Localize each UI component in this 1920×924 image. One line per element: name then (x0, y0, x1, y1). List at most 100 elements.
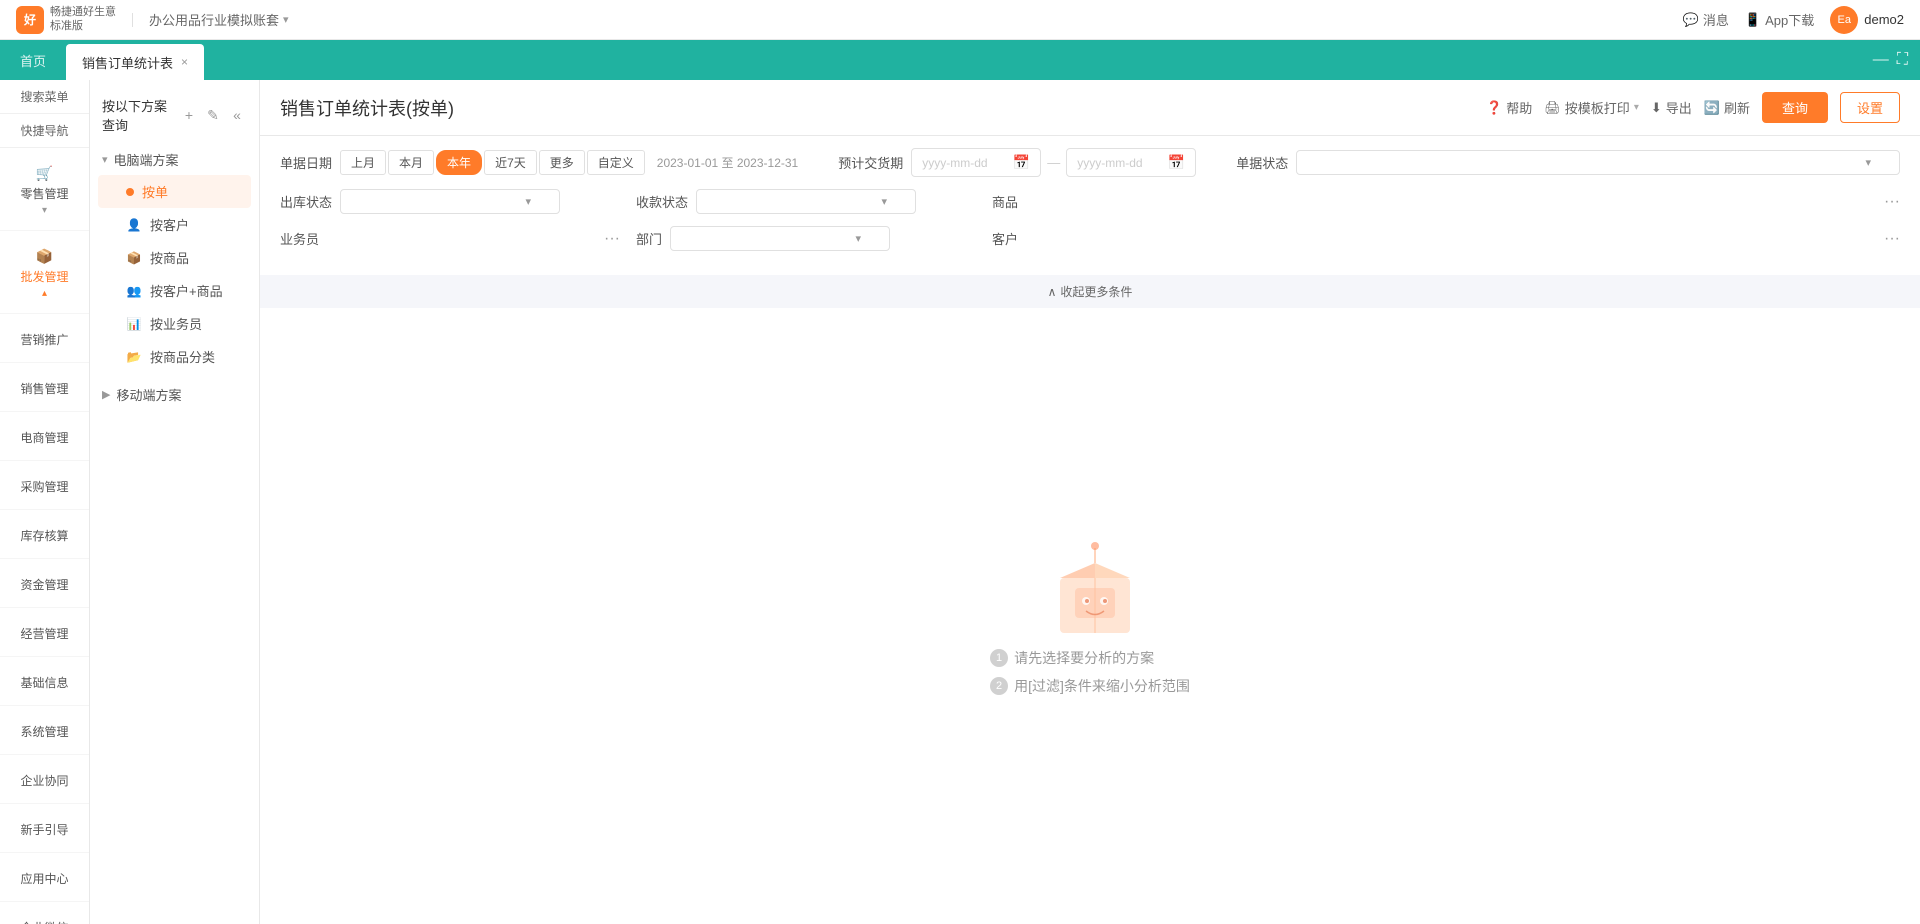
user-area[interactable]: Ea demo2 (1830, 6, 1904, 34)
customer-more-btn[interactable]: ··· (1884, 230, 1900, 248)
date-btn-lastmonth[interactable]: 上月 (340, 150, 386, 175)
chevron-down-icon: ▾ (525, 195, 531, 208)
tab-home[interactable]: 首页 (0, 40, 66, 80)
collapse-bar[interactable]: ∧ 收起更多条件 (260, 275, 1920, 308)
page-title: 销售订单统计表(按单) (280, 95, 454, 121)
expected-date-start[interactable]: yyyy-mm-dd 📅 (911, 148, 1041, 177)
print-btn[interactable]: 🖨 按模板打印 ▾ (1544, 98, 1639, 117)
message-btn[interactable]: 💬 消息 (1683, 10, 1729, 29)
topbar: 好 畅捷通好生意 标准版 办公用品行业模拟账套 ▾ 💬 消息 📱 App下载 E… (0, 0, 1920, 40)
expected-date-wrapper: yyyy-mm-dd 📅 — yyyy-mm-dd 📅 (911, 148, 1196, 177)
logo-text: 畅捷通好生意 标准版 (50, 6, 116, 32)
empty-state-tips: 1 请先选择要分析的方案 2 用[过滤]条件来缩小分析范围 (990, 648, 1190, 704)
goods-more-btn[interactable]: ··· (1884, 193, 1900, 211)
sidebar-item-basic[interactable]: 基础信息 (0, 657, 89, 706)
filter-group-customer: 客户 ··· (992, 229, 1900, 248)
sidebar-item-retail[interactable]: 🛒 零售管理 ▾ (0, 148, 89, 231)
collapse-icon: ∧ (1048, 285, 1057, 299)
scheme-item-goods[interactable]: 📦 按商品 (98, 241, 251, 274)
date-btn-7days[interactable]: 近7天 (484, 150, 537, 175)
filter-group-collect-status: 收款状态 ▾ (636, 189, 976, 214)
filter-area: 单据日期 上月 本月 本年 近7天 更多 自定义 2023-01-01 至 20… (260, 136, 1920, 275)
sidebar-item-purchase[interactable]: 采购管理 (0, 461, 89, 510)
logo-area: 好 畅捷通好生意 标准版 (16, 6, 116, 34)
sidebar-item-wholesale[interactable]: 📦 批发管理 ▴ (0, 231, 89, 314)
out-status-select[interactable]: ▾ (340, 189, 560, 214)
scheme-panel-header: 按以下方案查询 + ✎ « (90, 90, 259, 144)
page-header: 销售订单统计表(按单) ❓ 帮助 🖨 按模板打印 ▾ ⬇ (260, 80, 1920, 136)
filter-group-expected-date: 预计交货期 yyyy-mm-dd 📅 — yyyy-mm-dd 📅 (838, 148, 1196, 177)
scheme-desktop-group: ▾ 电脑端方案 按单 👤 按客户 📦 按商品 👥 (90, 144, 259, 373)
date-btn-group: 上月 本月 本年 近7天 更多 自定义 (340, 150, 645, 175)
bill-status-select[interactable]: ▾ (1296, 150, 1900, 175)
date-btn-thisyear[interactable]: 本年 (436, 150, 482, 175)
sidebar-item-inventory[interactable]: 库存核算 (0, 510, 89, 559)
filter-group-bill-status: 单据状态 ▾ (1236, 150, 1900, 175)
expected-date-end[interactable]: yyyy-mm-dd 📅 (1066, 148, 1196, 177)
chevron-down-icon: ▾ (881, 195, 887, 208)
scheme-item-customer-goods[interactable]: 👥 按客户+商品 (98, 274, 251, 307)
calendar-icon: 📅 (1168, 154, 1185, 171)
chevron-down-icon: ▾ (1865, 156, 1871, 169)
tab-close-icon[interactable]: × (181, 55, 188, 69)
filter-group-date: 单据日期 上月 本月 本年 近7天 更多 自定义 2023-01-01 至 20… (280, 150, 798, 175)
tabbar-actions: — ⛶ (1873, 40, 1920, 80)
sidebar-item-sales[interactable]: 销售管理 (0, 363, 89, 412)
sidebar-item-finance[interactable]: 资金管理 (0, 559, 89, 608)
page-actions: ❓ 帮助 🖨 按模板打印 ▾ ⬇ 导出 🔄 (1486, 92, 1900, 123)
scheme-add-btn[interactable]: + (179, 105, 199, 125)
help-btn[interactable]: ❓ 帮助 (1486, 98, 1532, 117)
print-icon: 🖨 (1544, 100, 1561, 116)
scheme-item-order[interactable]: 按单 (98, 175, 251, 208)
dept-select[interactable]: ▾ (670, 226, 890, 251)
date-btn-thismonth[interactable]: 本月 (388, 150, 434, 175)
empty-state: 1 请先选择要分析的方案 2 用[过滤]条件来缩小分析范围 (260, 308, 1920, 924)
salesman-more-btn[interactable]: ··· (604, 230, 620, 248)
scheme-item-customer[interactable]: 👤 按客户 (98, 208, 251, 241)
scheme-collapse-btn[interactable]: « (227, 105, 247, 125)
scheme-group-header[interactable]: ▾ 电脑端方案 (98, 144, 251, 175)
content-area: 按以下方案查询 + ✎ « ▾ 电脑端方案 按单 👤 (90, 80, 1920, 924)
minimize-icon[interactable]: — (1873, 51, 1889, 69)
sidebar-item-management[interactable]: 经营管理 (0, 608, 89, 657)
filter-row-status: 出库状态 ▾ 收款状态 ▾ 商品 (280, 189, 1900, 214)
date-btn-custom[interactable]: 自定义 (587, 150, 645, 175)
scheme-item-salesman[interactable]: 📊 按业务员 (98, 307, 251, 340)
logo-icon: 好 (16, 6, 44, 34)
chevron-down-icon: ▾ (855, 232, 861, 245)
sidebar-item-system[interactable]: 系统管理 (0, 706, 89, 755)
sidebar-quick-nav[interactable]: 快捷导航 (0, 114, 89, 148)
date-btn-more[interactable]: 更多 (539, 150, 585, 175)
sidebar-item-marketing[interactable]: 营销推广 (0, 314, 89, 363)
sidebar-item-wechat[interactable]: 企业微信 (0, 902, 89, 924)
tabbar: 首页 销售订单统计表 × — ⛶ (0, 40, 1920, 80)
calendar-icon: 📅 (1013, 154, 1030, 171)
maximize-icon[interactable]: ⛶ (1897, 51, 1908, 69)
sidebar-item-appstore[interactable]: 应用中心 (0, 853, 89, 902)
app-download-btn[interactable]: 📱 App下载 (1745, 10, 1814, 29)
chevron-down-icon[interactable]: ▾ (283, 13, 289, 26)
refresh-btn[interactable]: 🔄 刷新 (1704, 98, 1750, 117)
scheme-mobile-group-header[interactable]: ▶ 移动端方案 (90, 373, 259, 410)
avatar: Ea (1830, 6, 1858, 34)
filter-group-salesman: 业务员 ··· (280, 229, 620, 248)
topbar-title: 办公用品行业模拟账套 ▾ (149, 10, 289, 29)
filter-group-out-status: 出库状态 ▾ (280, 189, 620, 214)
scheme-edit-btn[interactable]: ✎ (203, 105, 223, 125)
sidebar-item-guide[interactable]: 新手引导 (0, 804, 89, 853)
sidebar-search[interactable]: 搜索菜单 (0, 80, 89, 114)
tab-active[interactable]: 销售订单统计表 × (66, 44, 204, 80)
sidebar-item-ecommerce[interactable]: 电商管理 (0, 412, 89, 461)
page-header-row: 销售订单统计表(按单) ❓ 帮助 🖨 按模板打印 ▾ ⬇ (280, 92, 1900, 123)
main-content: 销售订单统计表(按单) ❓ 帮助 🖨 按模板打印 ▾ ⬇ (260, 80, 1920, 924)
topbar-right: 💬 消息 📱 App下载 Ea demo2 (1683, 6, 1904, 34)
scheme-item-goods-category[interactable]: 📂 按商品分类 (98, 340, 251, 373)
sidebar-item-corp[interactable]: 企业协同 (0, 755, 89, 804)
refresh-icon: 🔄 (1704, 100, 1720, 116)
export-btn[interactable]: ⬇ 导出 (1651, 98, 1692, 117)
help-icon: ❓ (1486, 100, 1502, 116)
query-btn[interactable]: 查询 (1762, 92, 1828, 123)
setting-btn[interactable]: 设置 (1840, 92, 1900, 123)
main-layout: 搜索菜单 快捷导航 🛒 零售管理 ▾ 📦 批发管理 ▴ 营销推广 销售管理 电商… (0, 80, 1920, 924)
collect-status-select[interactable]: ▾ (696, 189, 916, 214)
